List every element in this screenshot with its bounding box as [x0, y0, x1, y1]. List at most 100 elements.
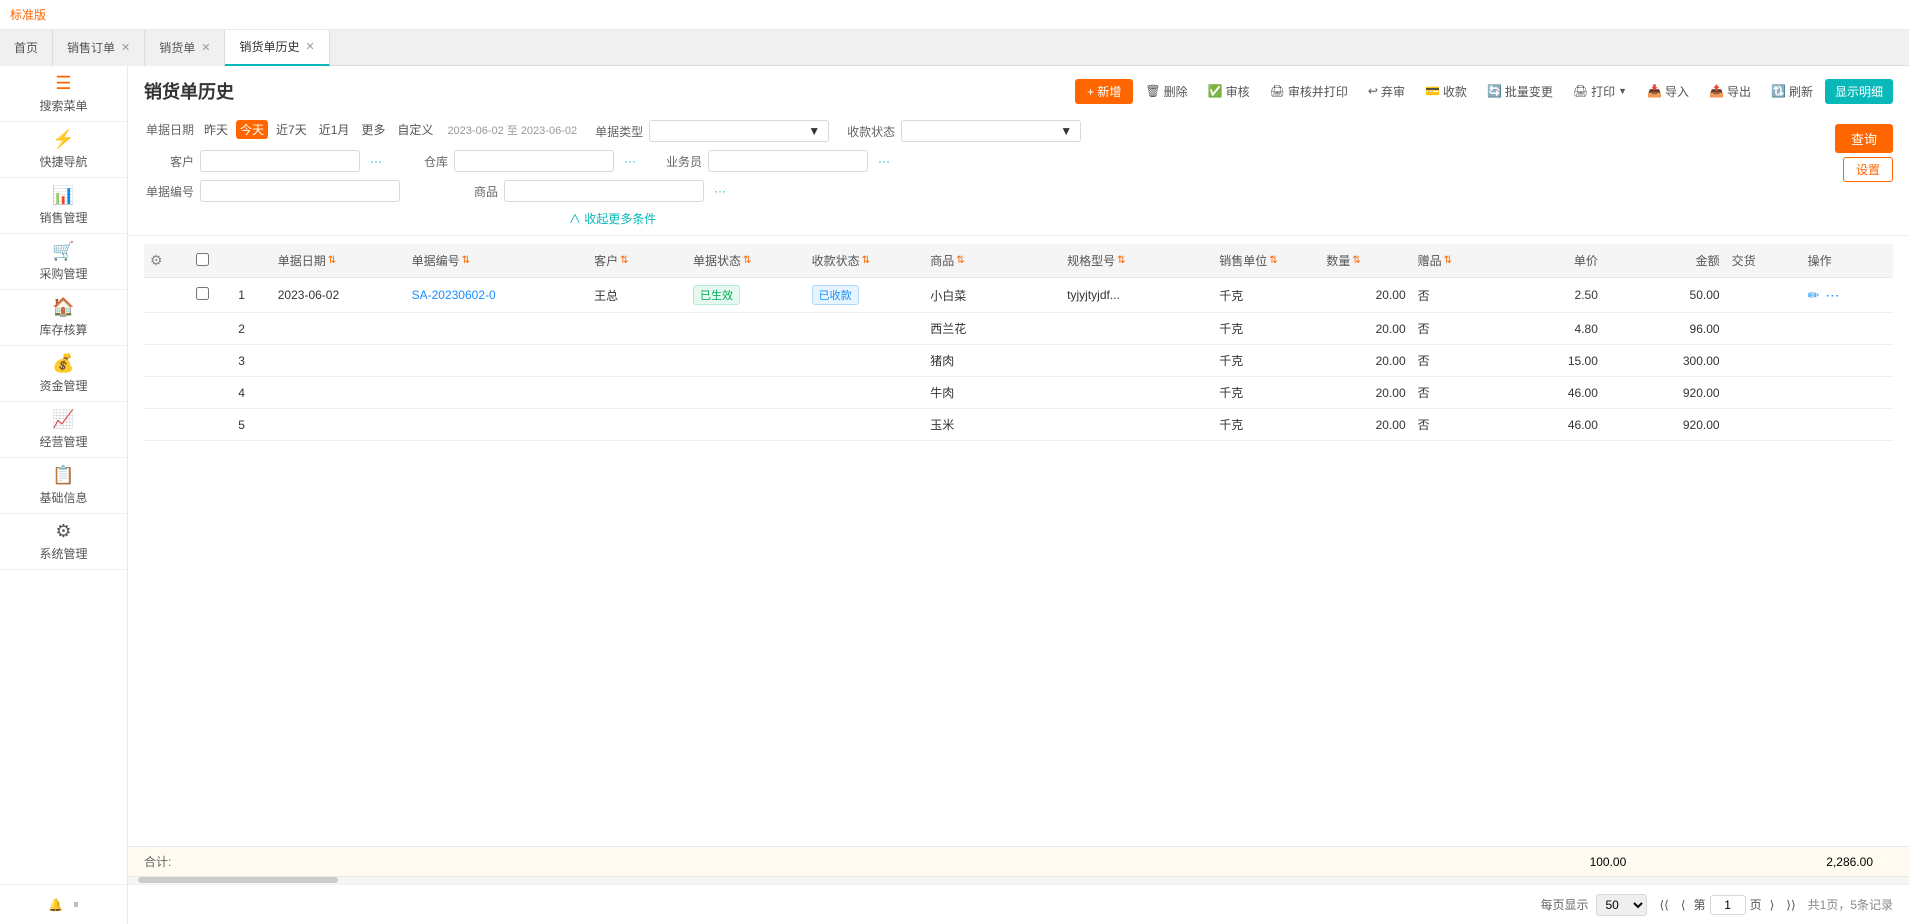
col-rownum: 1 [232, 278, 272, 313]
sidebar-item-sys-mgmt[interactable]: ⚙ 系统管理 [0, 514, 127, 570]
shortcut-1month[interactable]: 近1月 [315, 120, 354, 139]
col-header-product[interactable]: 商品⇅ [924, 244, 1061, 278]
next-page-btn[interactable]: ⟩ [1766, 896, 1779, 914]
sidebar-item-sales-mgmt[interactable]: 📊 销售管理 [0, 178, 127, 234]
sidebar-item-inventory[interactable]: 🏠 库存核算 [0, 290, 127, 346]
collect-button[interactable]: 💳 收款 [1417, 79, 1475, 104]
tab-home[interactable]: 首页 [0, 30, 53, 66]
col-docno [406, 345, 589, 377]
tab-sales-history[interactable]: 销货单历史 ✕ [225, 30, 329, 66]
col-price: 46.00 [1482, 409, 1604, 441]
delete-button[interactable]: 🗑 删除 [1137, 79, 1195, 104]
staff-more-btn[interactable]: ··· [878, 154, 890, 168]
tab-sales-history-close[interactable]: ✕ [306, 40, 315, 53]
product-input[interactable] [504, 180, 704, 202]
col-header-gear[interactable]: ⚙ [144, 244, 190, 278]
first-page-btn[interactable]: ⟨⟨ [1655, 896, 1672, 914]
pagination-bar: 每页显示 50 10 20 100 ⟨⟨ ⟨ 第 页 ⟩ ⟩⟩ 共1页，5条记录 [128, 884, 1909, 924]
shortcut-custom[interactable]: 自定义 [393, 120, 437, 139]
select-all-checkbox[interactable] [196, 253, 209, 266]
col-date [272, 313, 406, 345]
col-header-unit[interactable]: 销售单位⇅ [1213, 244, 1320, 278]
shortcut-yesterday[interactable]: 昨天 [200, 120, 232, 139]
docno-input[interactable] [200, 180, 400, 202]
customer-input[interactable] [200, 150, 360, 172]
shortcut-7days[interactable]: 近7天 [272, 120, 311, 139]
col-header-gift[interactable]: 赠品⇅ [1412, 244, 1483, 278]
sys-mgmt-icon: ⚙ [55, 521, 71, 542]
col-header-customer[interactable]: 客户⇅ [588, 244, 687, 278]
footer-label: 合计: [144, 853, 204, 870]
sidebar-item-finance[interactable]: 💰 资金管理 [0, 346, 127, 402]
tab-sales-delivery-close[interactable]: ✕ [201, 41, 210, 54]
col-header-docno[interactable]: 单据编号⇅ [406, 244, 589, 278]
customer-more-btn[interactable]: ··· [370, 154, 382, 168]
tab-sales-order[interactable]: 销售订单 ✕ [53, 30, 145, 66]
settings-button[interactable]: 设置 [1843, 157, 1893, 182]
refresh-button[interactable]: 🔃 刷新 [1763, 79, 1821, 104]
col-spec [1061, 313, 1213, 345]
col-date [272, 409, 406, 441]
page-label: 第 [1694, 896, 1706, 913]
col-header-paystatus[interactable]: 收款状态⇅ [806, 244, 925, 278]
table-row: 5 玉米 千克 20.00 否 46.00 920.00 [144, 409, 1893, 441]
shortcut-more[interactable]: 更多 [357, 120, 389, 139]
paystatus-select[interactable]: ▼ [901, 120, 1081, 142]
col-paystatus [806, 377, 925, 409]
sidebar-item-purchase-mgmt[interactable]: 🛒 采购管理 [0, 234, 127, 290]
print-button[interactable]: 🖨 打印 ▼ [1565, 79, 1635, 104]
import-button[interactable]: 📥 导入 [1639, 79, 1697, 104]
warehouse-input[interactable] [454, 150, 614, 172]
sidebar-item-search-menu[interactable]: ☰ 搜索菜单 [0, 66, 127, 122]
tab-sales-delivery[interactable]: 销货单 ✕ [145, 30, 225, 66]
inventory-icon: 🏠 [52, 297, 74, 318]
content-area: 销货单历史 + 新增 🗑 删除 ✅ 审核 🖨 审核并打印 ↩ 弃审 [128, 66, 1909, 924]
edit-icon[interactable]: ✏ [1808, 287, 1820, 304]
sidebar-item-basic-info[interactable]: 📋 基础信息 [0, 458, 127, 514]
query-button[interactable]: 查询 [1835, 124, 1893, 153]
doc-no-link[interactable]: SA-20230602-0 [412, 288, 496, 302]
col-date [272, 377, 406, 409]
new-button[interactable]: + 新增 [1075, 79, 1133, 104]
filter-row-2: 客户 ··· 仓库 ··· 业务员 ··· [144, 150, 1081, 172]
sidebar-pause-icon[interactable]: ⏸ [73, 897, 79, 912]
filter-date-group: 单据日期 昨天 今天 近7天 近1月 更多 自定义 2023-06-02 至 2… [144, 120, 577, 139]
last-page-btn[interactable]: ⟩⟩ [1782, 896, 1799, 914]
shortcut-today[interactable]: 今天 [236, 120, 268, 139]
product-more-btn[interactable]: ··· [714, 184, 726, 198]
prev-page-btn[interactable]: ⟨ [1677, 896, 1690, 914]
audit-button[interactable]: ✅ 审核 [1200, 79, 1258, 104]
more-icon[interactable]: ⋯ [1825, 287, 1839, 304]
row-checkbox[interactable] [196, 287, 209, 300]
sidebar-item-quick-nav[interactable]: ⚡ 快捷导航 [0, 122, 127, 178]
warehouse-more-btn[interactable]: ··· [624, 154, 636, 168]
audit-print-button[interactable]: 🖨 审核并打印 [1262, 79, 1356, 104]
sidebar-item-sales-label: 销售管理 [39, 209, 87, 226]
sidebar-item-purchase-label: 采购管理 [39, 265, 87, 282]
display-detail-button[interactable]: 显示明细 [1825, 79, 1893, 104]
doctype-select[interactable]: ▼ [649, 120, 829, 142]
sidebar-help-icon[interactable]: 🔔 [48, 898, 63, 912]
col-header-docstatus[interactable]: 单据状态⇅ [687, 244, 806, 278]
page-size-select[interactable]: 50 10 20 100 [1596, 894, 1647, 916]
tab-sales-order-close[interactable]: ✕ [121, 41, 130, 54]
action-icons: ✏⋯ [1808, 287, 1887, 304]
collapse-filter-btn[interactable]: ∧ 收起更多条件 [569, 210, 656, 227]
staff-input[interactable] [708, 150, 868, 172]
sidebar: ☰ 搜索菜单 ⚡ 快捷导航 📊 销售管理 🛒 采购管理 🏠 库存核算 💰 资金管… [0, 66, 128, 924]
col-header-trade: 交货 [1726, 244, 1802, 278]
sidebar-item-operations[interactable]: 📈 经营管理 [0, 402, 127, 458]
col-product: 小白菜 [924, 278, 1061, 313]
abandon-button[interactable]: ↩ 弃审 [1360, 79, 1413, 104]
unit-sort-icon: ⇅ [1269, 255, 1277, 266]
col-header-spec[interactable]: 规格型号⇅ [1061, 244, 1213, 278]
page-number-input[interactable] [1710, 895, 1746, 915]
col-header-qty[interactable]: 数量⇅ [1320, 244, 1411, 278]
sidebar-item-finance-label: 资金管理 [39, 377, 87, 394]
batch-change-button[interactable]: 🔄 批量变更 [1479, 79, 1561, 104]
col-header-date[interactable]: 单据日期⇅ [272, 244, 406, 278]
import-icon: 📥 [1647, 84, 1662, 98]
qty-sort-icon: ⇅ [1352, 255, 1360, 266]
export-button[interactable]: 📤 导出 [1701, 79, 1759, 104]
col-amount: 96.00 [1604, 313, 1726, 345]
